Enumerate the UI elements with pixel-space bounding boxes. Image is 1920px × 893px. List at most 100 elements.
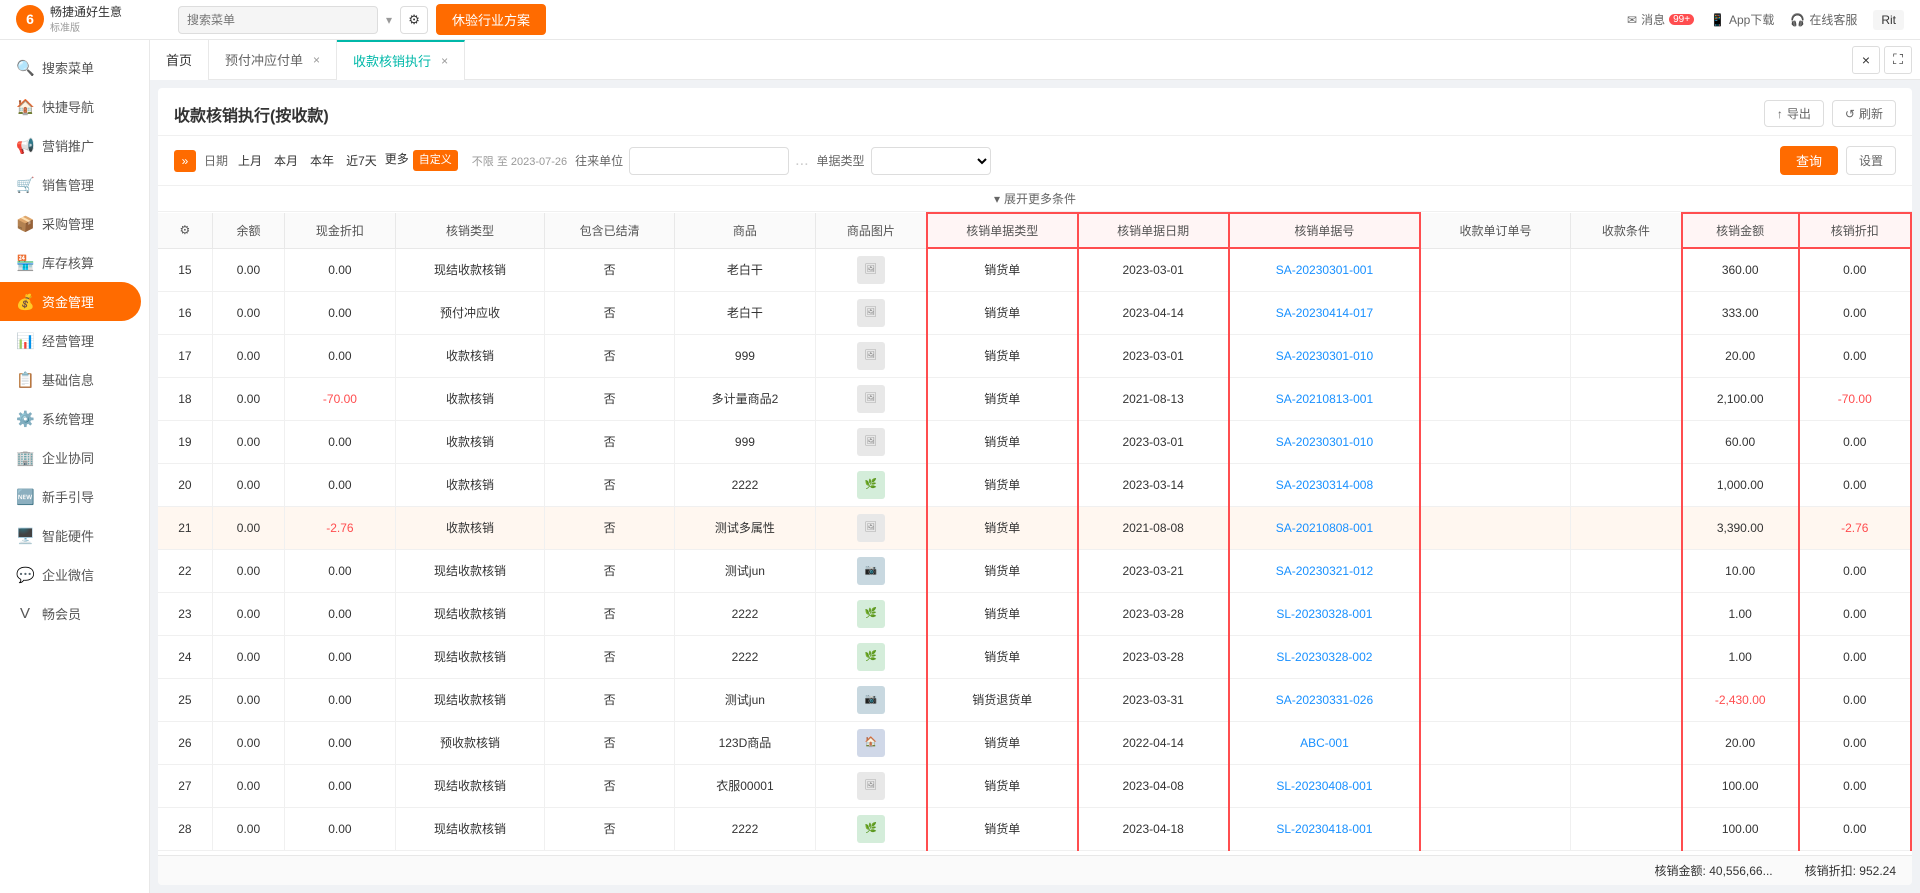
- doc-no-link[interactable]: SA-20230301-010: [1276, 435, 1373, 449]
- cell-included: 否: [545, 291, 675, 334]
- cell-doc-no[interactable]: SL-20230418-001: [1229, 807, 1421, 850]
- gear-button[interactable]: ⚙: [400, 6, 428, 34]
- search-input[interactable]: [178, 6, 378, 34]
- phone-icon: 📱: [1710, 13, 1725, 27]
- export-button[interactable]: ↑ 导出: [1764, 100, 1824, 127]
- cell-num: 20: [158, 463, 212, 506]
- cell-discount: 0.00: [1799, 334, 1911, 377]
- table-settings-button[interactable]: 设置: [1846, 146, 1896, 175]
- cell-discount: 0.00: [1799, 248, 1911, 291]
- building-icon: 🏢: [16, 449, 34, 467]
- date-opt-last-month[interactable]: 上月: [234, 150, 266, 171]
- refresh-button[interactable]: ↺ 刷新: [1832, 100, 1896, 127]
- voucher-type-select[interactable]: [871, 147, 991, 175]
- cell-doc-no[interactable]: SA-20210808-001: [1229, 506, 1421, 549]
- doc-no-link[interactable]: SA-20210808-001: [1276, 521, 1373, 535]
- cell-included: 否: [545, 635, 675, 678]
- dropdown-arrow-icon[interactable]: ▾: [386, 13, 392, 27]
- cell-doc-no[interactable]: SA-20230321-012: [1229, 549, 1421, 592]
- date-opt-this-month[interactable]: 本月: [270, 150, 302, 171]
- sidebar-item-purchase[interactable]: 📦 采购管理: [0, 204, 149, 243]
- filter-bar: » 日期 上月 本月 本年 近7天 更多 自定义 不限 至 2023-07-26: [158, 136, 1912, 186]
- online-service-button[interactable]: 🎧 在线客服: [1790, 11, 1857, 28]
- cell-goods: 老白干: [675, 291, 816, 334]
- cell-num: 28: [158, 807, 212, 850]
- sidebar-item-search-menu[interactable]: 🔍 搜索菜单: [0, 48, 149, 87]
- user-area[interactable]: Rit: [1873, 10, 1904, 30]
- cell-doc-type: 销货单: [927, 463, 1078, 506]
- sidebar-item-sys-mgmt[interactable]: ⚙️ 系统管理: [0, 399, 149, 438]
- doc-no-link[interactable]: SA-20230321-012: [1276, 564, 1373, 578]
- doc-no-link[interactable]: SA-20210813-001: [1276, 392, 1373, 406]
- sidebar-item-sales[interactable]: 🛒 销售管理: [0, 165, 149, 204]
- cell-doc-no[interactable]: SA-20230414-017: [1229, 291, 1421, 334]
- sidebar-item-marketing[interactable]: 📢 营销推广: [0, 126, 149, 165]
- doc-no-link[interactable]: SL-20230408-001: [1276, 779, 1372, 793]
- query-button[interactable]: 查询: [1780, 146, 1838, 175]
- sidebar-item-basic-info[interactable]: 📋 基础信息: [0, 360, 149, 399]
- th-doc-date: 核销单据日期: [1078, 213, 1229, 248]
- cell-doc-no[interactable]: SA-20230314-008: [1229, 463, 1421, 506]
- custom-date-badge[interactable]: 自定义: [413, 150, 458, 171]
- doc-no-link[interactable]: SA-20230331-026: [1276, 693, 1373, 707]
- cell-doc-no[interactable]: SA-20230301-001: [1229, 248, 1421, 291]
- sidebar-item-finance[interactable]: 💰 资金管理: [0, 282, 141, 321]
- sidebar-item-vip[interactable]: V 畅会员: [0, 594, 149, 633]
- date-opt-7days[interactable]: 近7天: [342, 150, 381, 171]
- expand-more-button[interactable]: ▾ 展开更多条件: [994, 190, 1076, 207]
- sidebar-item-enterprise-wx[interactable]: 💬 企业微信: [0, 555, 149, 594]
- th-amount: 核销金额: [1682, 213, 1799, 248]
- cell-doc-no[interactable]: ABC-001: [1229, 721, 1421, 764]
- doc-no-link[interactable]: SA-20230301-010: [1276, 349, 1373, 363]
- sidebar-item-guide[interactable]: 🆕 新手引导: [0, 477, 149, 516]
- fullscreen-button[interactable]: ⛶: [1884, 46, 1912, 74]
- cell-doc-no[interactable]: SA-20230331-026: [1229, 678, 1421, 721]
- table-header: ⚙ 余额 现金折扣 核销类型 包含已结清 商品 商品图片 核销单据类型 核销单据…: [158, 213, 1911, 248]
- doc-no-link[interactable]: ABC-001: [1300, 736, 1349, 750]
- cell-verify-type: 现结收款核销: [395, 678, 544, 721]
- cell-goods-img: 🌿: [815, 463, 927, 506]
- table-row: 28 0.00 0.00 现结收款核销 否 2222 🌿 销货单 2023-04…: [158, 807, 1911, 850]
- sidebar-item-enterprise[interactable]: 🏢 企业协同: [0, 438, 149, 477]
- cell-doc-no[interactable]: SA-20210813-001: [1229, 377, 1421, 420]
- store-icon: 🏪: [16, 254, 34, 272]
- cell-num: 21: [158, 506, 212, 549]
- cell-amount: 20.00: [1682, 721, 1799, 764]
- sidebar-item-biz[interactable]: 📊 经营管理: [0, 321, 149, 360]
- cell-goods-img: 🖼: [815, 291, 927, 334]
- cell-doc-no[interactable]: SA-20230301-010: [1229, 334, 1421, 377]
- app-name: 畅捷通好生意: [50, 5, 122, 19]
- tab-verify[interactable]: 收款核销执行 ×: [337, 40, 465, 80]
- th-settings[interactable]: ⚙: [158, 213, 212, 248]
- doc-no-link[interactable]: SL-20230328-001: [1276, 607, 1372, 621]
- product-image: 📷: [857, 686, 885, 714]
- cell-doc-no[interactable]: SL-20230408-001: [1229, 764, 1421, 807]
- cell-balance: 0.00: [212, 764, 284, 807]
- tab-close-prepay[interactable]: ×: [313, 53, 320, 67]
- doc-no-link[interactable]: SL-20230328-002: [1276, 650, 1372, 664]
- tab-prepay[interactable]: 预付冲应付单 ×: [209, 40, 337, 80]
- product-image: 🖼: [857, 428, 885, 456]
- th-doc-type: 核销单据类型: [927, 213, 1078, 248]
- cell-doc-no[interactable]: SL-20230328-001: [1229, 592, 1421, 635]
- app-download-button[interactable]: 📱 App下载: [1710, 11, 1774, 28]
- doc-no-link[interactable]: SA-20230301-001: [1276, 263, 1373, 277]
- counterparty-input[interactable]: [629, 147, 789, 175]
- sidebar-item-quick-nav[interactable]: 🏠 快捷导航: [0, 87, 149, 126]
- cell-amount: 1,000.00: [1682, 463, 1799, 506]
- sidebar-item-inventory[interactable]: 🏪 库存核算: [0, 243, 149, 282]
- doc-no-link[interactable]: SL-20230418-001: [1276, 822, 1372, 836]
- expand-filter-button[interactable]: »: [174, 150, 196, 172]
- cell-doc-no[interactable]: SL-20230328-002: [1229, 635, 1421, 678]
- date-opt-more[interactable]: 更多: [385, 150, 409, 171]
- close-window-button[interactable]: ×: [1852, 46, 1880, 74]
- tab-home[interactable]: 首页: [150, 40, 209, 80]
- tab-close-verify[interactable]: ×: [441, 54, 448, 68]
- message-button[interactable]: ✉ 消息 99+: [1627, 11, 1694, 28]
- cell-doc-no[interactable]: SA-20230301-010: [1229, 420, 1421, 463]
- doc-no-link[interactable]: SA-20230414-017: [1276, 306, 1373, 320]
- sidebar-item-smart-hw[interactable]: 🖥️ 智能硬件: [0, 516, 149, 555]
- date-opt-this-year[interactable]: 本年: [306, 150, 338, 171]
- industry-button[interactable]: 休验行业方案: [436, 4, 546, 35]
- doc-no-link[interactable]: SA-20230314-008: [1276, 478, 1373, 492]
